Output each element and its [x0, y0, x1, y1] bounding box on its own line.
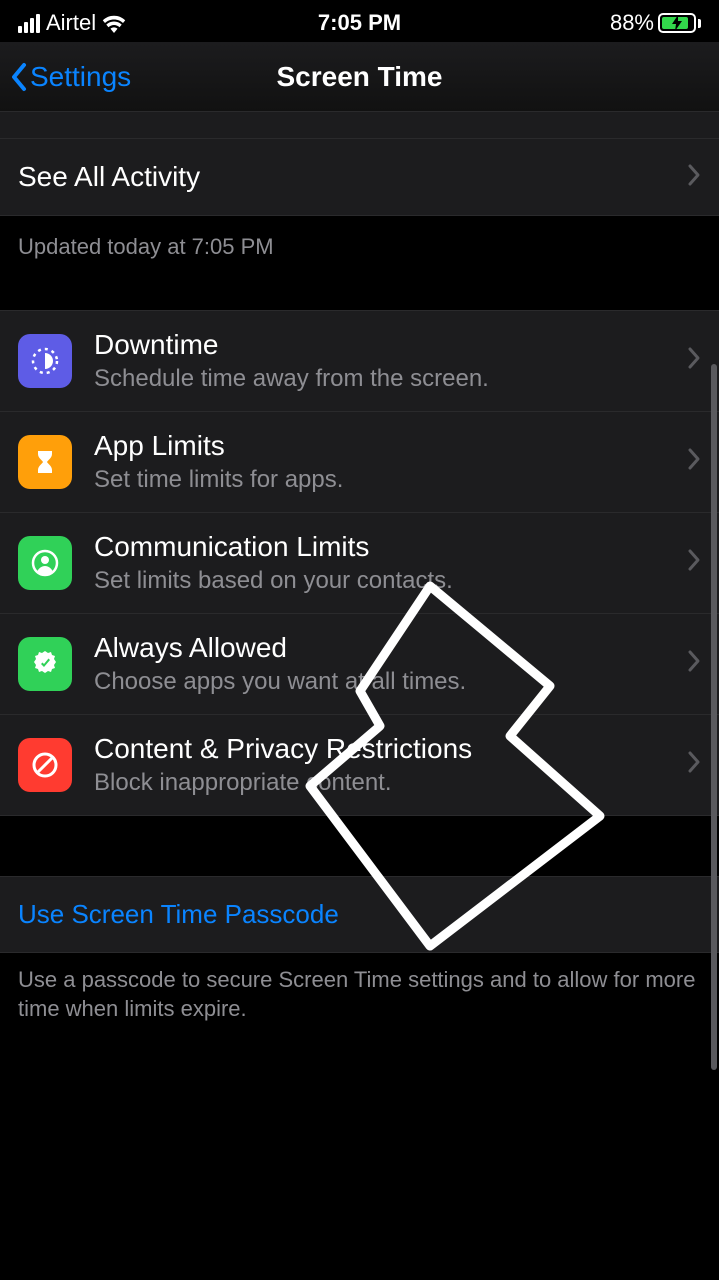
contact-icon — [18, 536, 72, 590]
battery-icon — [658, 13, 701, 33]
chevron-right-icon — [687, 649, 701, 678]
chevron-left-icon — [10, 62, 28, 92]
check-seal-icon — [18, 637, 72, 691]
app-limits-row[interactable]: App Limits Set time limits for apps. — [0, 412, 719, 513]
always-allowed-row[interactable]: Always Allowed Choose apps you want at a… — [0, 614, 719, 715]
chevron-right-icon — [687, 447, 701, 476]
content-privacy-title: Content & Privacy Restrictions — [94, 733, 665, 765]
status-bar: Airtel 7:05 PM 88% — [0, 0, 719, 42]
clock: 7:05 PM — [0, 10, 719, 36]
updated-label: Updated today at 7:05 PM — [0, 216, 719, 310]
app-limits-subtitle: Set time limits for apps. — [94, 466, 665, 494]
back-label: Settings — [30, 61, 131, 93]
nav-header: Settings Screen Time — [0, 42, 719, 112]
passcode-footer: Use a passcode to secure Screen Time set… — [0, 953, 719, 1052]
downtime-subtitle: Schedule time away from the screen. — [94, 365, 665, 393]
content-privacy-row[interactable]: Content & Privacy Restrictions Block ina… — [0, 715, 719, 816]
always-allowed-title: Always Allowed — [94, 632, 665, 664]
no-sign-icon — [18, 738, 72, 792]
downtime-title: Downtime — [94, 329, 665, 361]
see-all-activity-row[interactable]: See All Activity — [0, 138, 719, 216]
back-button[interactable]: Settings — [10, 61, 131, 93]
downtime-icon — [18, 334, 72, 388]
use-passcode-button[interactable]: Use Screen Time Passcode — [0, 876, 719, 953]
downtime-row[interactable]: Downtime Schedule time away from the scr… — [0, 311, 719, 412]
content-privacy-subtitle: Block inappropriate content. — [94, 769, 665, 797]
communication-limits-row[interactable]: Communication Limits Set limits based on… — [0, 513, 719, 614]
app-limits-title: App Limits — [94, 430, 665, 462]
hourglass-icon — [18, 435, 72, 489]
page-title: Screen Time — [276, 61, 442, 93]
always-allowed-subtitle: Choose apps you want at all times. — [94, 668, 665, 696]
chevron-right-icon — [687, 750, 701, 779]
see-all-activity-label: See All Activity — [18, 161, 200, 193]
chevron-right-icon — [687, 346, 701, 375]
scrollbar[interactable] — [711, 364, 717, 1070]
communication-limits-title: Communication Limits — [94, 531, 665, 563]
communication-limits-subtitle: Set limits based on your contacts. — [94, 567, 665, 595]
chevron-right-icon — [687, 548, 701, 577]
chevron-right-icon — [687, 163, 701, 192]
